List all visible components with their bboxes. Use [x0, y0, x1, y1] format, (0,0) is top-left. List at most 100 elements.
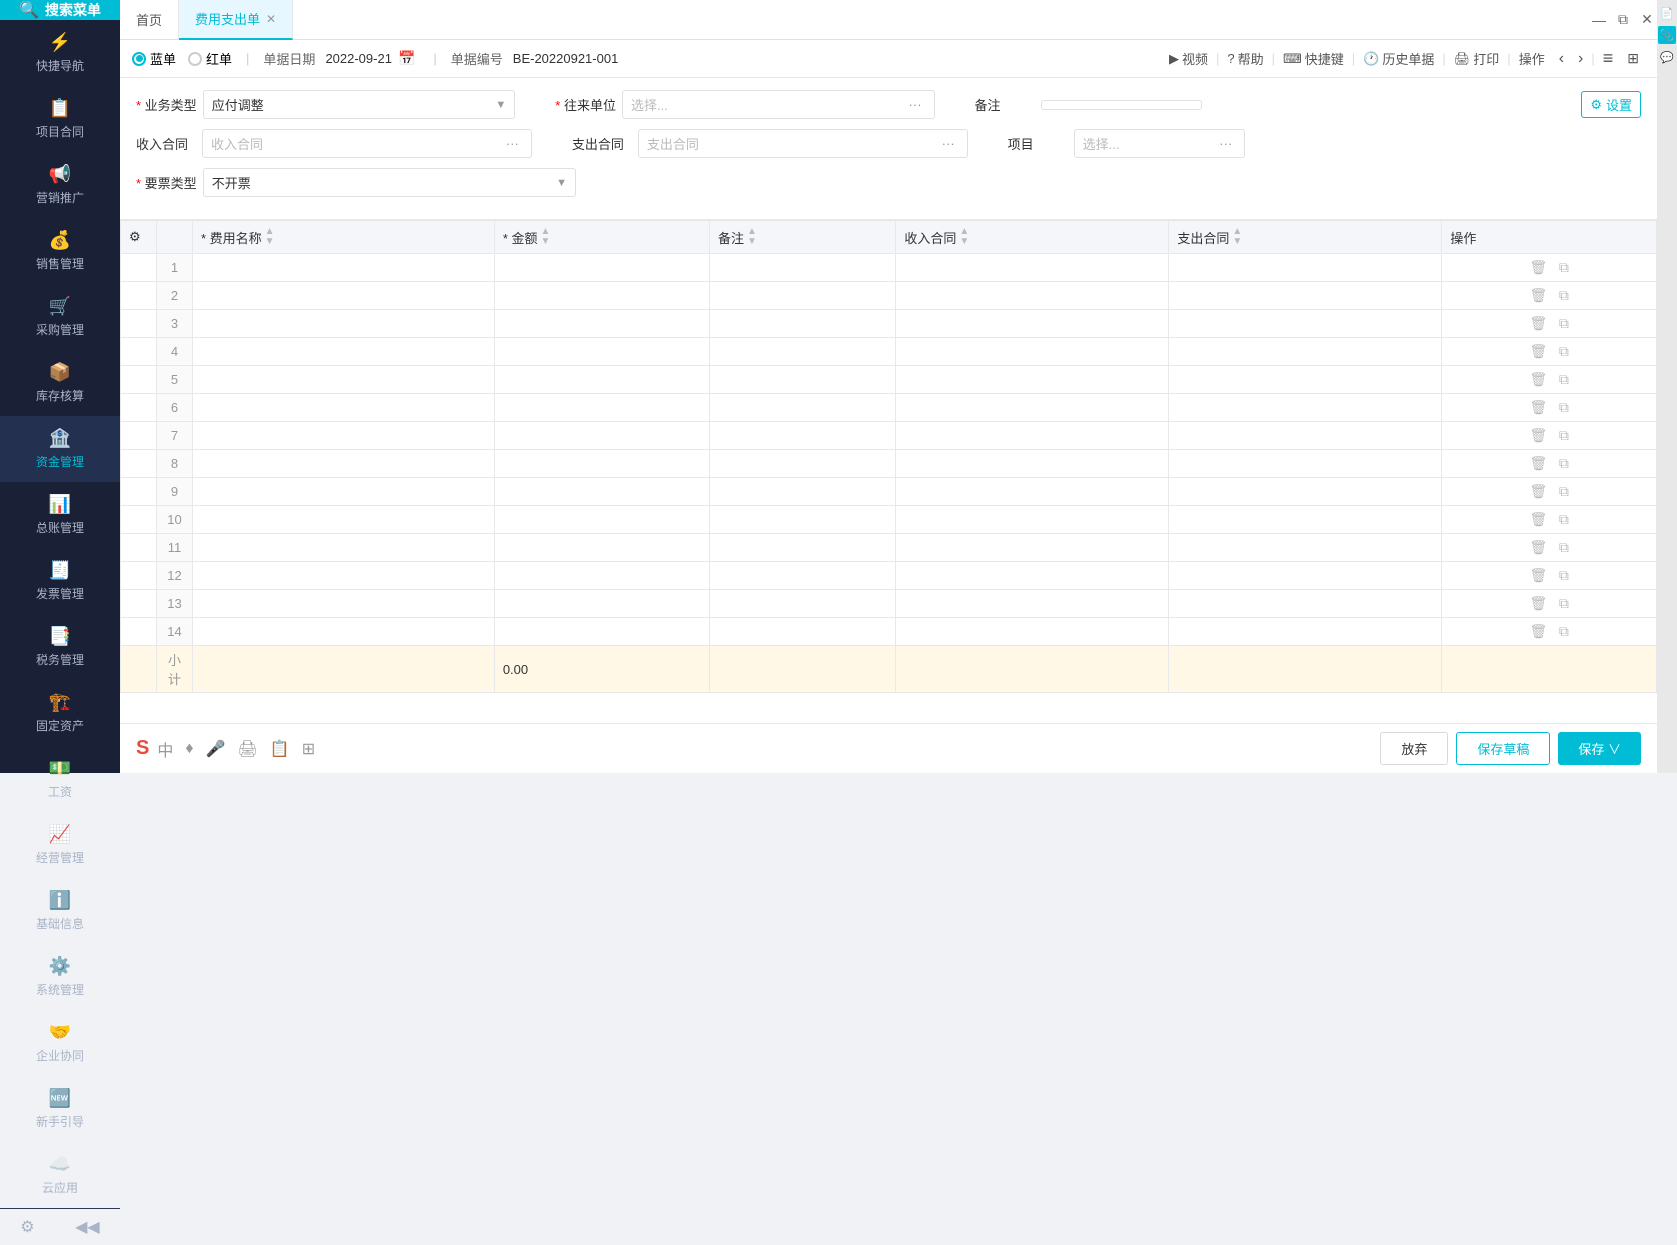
row-delete-btn[interactable]: 🗑 [1525, 594, 1551, 612]
row-copy-btn[interactable]: ⧉ [1555, 258, 1573, 276]
sidebar-item-fixed-assets[interactable]: 🏗️ 固定资产 [0, 680, 120, 746]
sidebar-item-invoice[interactable]: 🧾 发票管理 [0, 548, 120, 614]
row-copy-btn[interactable]: ⧉ [1555, 482, 1573, 500]
row-expense-cell[interactable] [1169, 282, 1442, 310]
row-amount-cell[interactable] [494, 590, 709, 618]
row-income-cell[interactable] [896, 534, 1169, 562]
row-name-cell[interactable] [193, 562, 495, 590]
settings-footer-btn[interactable]: ⚙ [20, 1217, 34, 1237]
sidebar-item-purchase[interactable]: 🛒 采购管理 [0, 284, 120, 350]
volume-footer-btn[interactable]: ◀◀ [75, 1217, 100, 1237]
settings-button[interactable]: ⚙ 设置 [1581, 91, 1641, 118]
row-delete-btn[interactable]: 🗑 [1525, 454, 1551, 472]
th-name[interactable]: * 费用名称 ▲▼ [193, 221, 495, 254]
row-amount-cell[interactable] [494, 254, 709, 282]
sidebar-item-quick-nav[interactable]: ⚡ 快捷导航 [0, 20, 120, 86]
row-copy-btn[interactable]: ⧉ [1555, 454, 1573, 472]
row-name-cell[interactable] [193, 282, 495, 310]
row-delete-btn[interactable]: 🗑 [1525, 342, 1551, 360]
footer-icon-zhong[interactable]: 中 [153, 735, 177, 763]
row-income-cell[interactable] [896, 310, 1169, 338]
sidebar-item-accounting[interactable]: 📊 总账管理 [0, 482, 120, 548]
partner-more-btn[interactable]: ··· [905, 97, 926, 112]
right-panel-chat-btn[interactable]: 💬 [1658, 48, 1676, 66]
row-delete-btn[interactable]: 🗑 [1525, 398, 1551, 416]
sidebar-item-system[interactable]: ⚙️ 系统管理 [0, 944, 120, 1010]
restore-btn[interactable]: ⧉ [1613, 10, 1633, 30]
right-panel-attach-btn[interactable]: 📎 [1658, 26, 1676, 44]
sidebar-item-capital[interactable]: 🏦 资金管理 [0, 416, 120, 482]
row-amount-cell[interactable] [494, 422, 709, 450]
row-name-cell[interactable] [193, 338, 495, 366]
tab-expense[interactable]: 费用支出单 ✕ [179, 0, 293, 40]
blue-bill-radio[interactable]: 蓝单 [132, 49, 176, 68]
history-btn[interactable]: 🕐 历史单据 [1357, 47, 1440, 70]
row-expense-cell[interactable] [1169, 506, 1442, 534]
row-copy-btn[interactable]: ⧉ [1555, 622, 1573, 640]
tab-home[interactable]: 首页 [120, 0, 179, 40]
row-name-cell[interactable] [193, 534, 495, 562]
row-name-cell[interactable] [193, 590, 495, 618]
row-copy-btn[interactable]: ⧉ [1555, 370, 1573, 388]
row-copy-btn[interactable]: ⧉ [1555, 566, 1573, 584]
close-btn[interactable]: ✕ [1637, 10, 1657, 30]
row-copy-btn[interactable]: ⧉ [1555, 510, 1573, 528]
row-note-cell[interactable] [710, 338, 896, 366]
row-amount-cell[interactable] [494, 506, 709, 534]
row-name-cell[interactable] [193, 394, 495, 422]
row-note-cell[interactable] [710, 450, 896, 478]
income-contract-more[interactable]: ··· [502, 136, 523, 151]
print-btn[interactable]: 🖨 打印 [1448, 47, 1506, 70]
row-income-cell[interactable] [896, 422, 1169, 450]
row-name-cell[interactable] [193, 366, 495, 394]
partner-input[interactable]: 选择... ··· [622, 90, 935, 119]
sidebar-item-salary[interactable]: 💵 工资 [0, 746, 120, 812]
row-income-cell[interactable] [896, 282, 1169, 310]
row-note-cell[interactable] [710, 394, 896, 422]
sidebar-item-cloud[interactable]: ☁️ 云应用 [0, 1142, 120, 1208]
row-income-cell[interactable] [896, 562, 1169, 590]
footer-icon-grid[interactable]: ⊞ [298, 737, 319, 761]
row-note-cell[interactable] [710, 366, 896, 394]
footer-icon-print2[interactable]: 🖨 [233, 737, 261, 761]
row-income-cell[interactable] [896, 618, 1169, 646]
th-gear[interactable]: ⚙ [121, 221, 157, 254]
row-note-cell[interactable] [710, 422, 896, 450]
row-income-cell[interactable] [896, 590, 1169, 618]
grid-view-btn[interactable]: ⊞ [1621, 48, 1645, 69]
row-copy-btn[interactable]: ⧉ [1555, 594, 1573, 612]
sidebar-item-basic-info[interactable]: ℹ️ 基础信息 [0, 878, 120, 944]
sidebar-item-marketing[interactable]: 📢 营销推广 [0, 152, 120, 218]
row-name-cell[interactable] [193, 506, 495, 534]
th-note[interactable]: 备注 ▲▼ [710, 221, 896, 254]
expense-contract-input[interactable]: 支出合同 ··· [638, 129, 968, 158]
row-delete-btn[interactable]: 🗑 [1525, 426, 1551, 444]
row-expense-cell[interactable] [1169, 394, 1442, 422]
right-panel-doc-btn[interactable]: 📄 [1658, 4, 1676, 22]
row-expense-cell[interactable] [1169, 562, 1442, 590]
row-note-cell[interactable] [710, 506, 896, 534]
row-name-cell[interactable] [193, 450, 495, 478]
row-delete-btn[interactable]: 🗑 [1525, 510, 1551, 528]
row-expense-cell[interactable] [1169, 338, 1442, 366]
row-income-cell[interactable] [896, 478, 1169, 506]
row-delete-btn[interactable]: 🗑 [1525, 622, 1551, 640]
row-amount-cell[interactable] [494, 618, 709, 646]
sidebar-search[interactable]: 🔍 搜索菜单 [0, 0, 120, 20]
sidebar-item-inventory[interactable]: 📦 库存核算 [0, 350, 120, 416]
row-income-cell[interactable] [896, 338, 1169, 366]
row-amount-cell[interactable] [494, 338, 709, 366]
row-copy-btn[interactable]: ⧉ [1555, 538, 1573, 556]
sidebar-item-project-contract[interactable]: 📋 项目合同 [0, 86, 120, 152]
row-name-cell[interactable] [193, 422, 495, 450]
business-type-select[interactable]: 应付调整 ▼ [203, 90, 516, 119]
help-btn[interactable]: ? 帮助 [1221, 47, 1269, 70]
shortcut-btn[interactable]: ⌨ 快捷键 [1277, 47, 1350, 70]
row-delete-btn[interactable]: 🗑 [1525, 286, 1551, 304]
row-expense-cell[interactable] [1169, 310, 1442, 338]
nav-next-btn[interactable]: › [1572, 48, 1589, 70]
sidebar-item-operations[interactable]: 📈 经营管理 [0, 812, 120, 878]
row-amount-cell[interactable] [494, 310, 709, 338]
row-delete-btn[interactable]: 🗑 [1525, 258, 1551, 276]
row-amount-cell[interactable] [494, 478, 709, 506]
